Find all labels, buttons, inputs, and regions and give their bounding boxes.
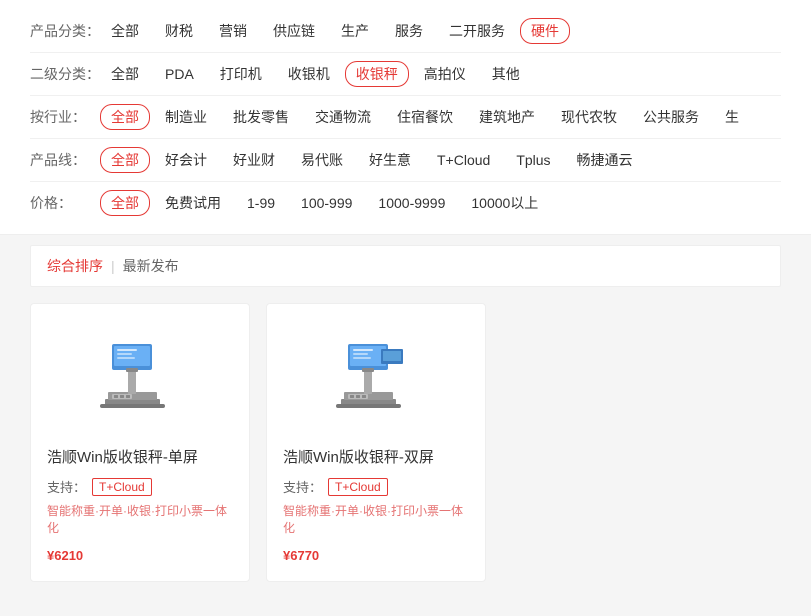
productline-row: 产品线： 全部 好会计 好业财 易代账 好生意 T+Cloud Tplus 畅捷…	[30, 139, 781, 182]
products-grid: 浩顺Win版收银秤-单屏 支持： T+Cloud 智能称重·开单·收银·打印小票…	[0, 287, 811, 598]
subcategory-pda[interactable]: PDA	[154, 63, 205, 85]
industry-gonggong[interactable]: 公共服务	[632, 104, 710, 130]
product-title-2: 浩顺Win版收银秤-双屏	[283, 446, 469, 467]
subcategory-dayin[interactable]: 打印机	[209, 61, 273, 87]
sort-zhenghe[interactable]: 综合排序	[47, 256, 103, 276]
sort-zuixin[interactable]: 最新发布	[123, 256, 179, 276]
support-label-1: 支持：	[47, 477, 86, 496]
category-caishui[interactable]: 财税	[154, 18, 204, 44]
product-image-1	[47, 324, 233, 434]
pos-machine-icon-2	[326, 334, 426, 424]
pos-machine-icon-1	[90, 334, 190, 424]
price-free[interactable]: 免费试用	[154, 190, 232, 216]
product-support-2: 支持： T+Cloud	[283, 477, 469, 496]
price-all[interactable]: 全部	[100, 190, 150, 216]
industry-sheng[interactable]: 生	[714, 104, 750, 130]
category-row: 产品分类： 全部 财税 营销 供应链 生产 服务 二开服务 硬件	[30, 10, 781, 53]
category-all[interactable]: 全部	[100, 18, 150, 44]
price-100-999[interactable]: 100-999	[290, 192, 363, 214]
industry-items: 全部 制造业 批发零售 交通物流 住宿餐饮 建筑地产 现代农牧 公共服务 生	[100, 104, 750, 130]
category-shengchan[interactable]: 生产	[330, 18, 380, 44]
productline-haoshengyi[interactable]: 好生意	[358, 147, 422, 173]
price-row: 价格： 全部 免费试用 1-99 100-999 1000-9999 10000…	[30, 182, 781, 224]
price-items: 全部 免费试用 1-99 100-999 1000-9999 10000以上	[100, 190, 549, 216]
support-tag-2: T+Cloud	[328, 478, 388, 496]
productline-yidaizhang[interactable]: 易代账	[290, 147, 354, 173]
subcategory-qita[interactable]: 其他	[481, 61, 531, 87]
category-fuwu[interactable]: 服务	[384, 18, 434, 44]
price-value-1: 6210	[54, 548, 83, 563]
productline-tcloud[interactable]: T+Cloud	[426, 149, 501, 171]
industry-zhusu[interactable]: 住宿餐饮	[386, 104, 464, 130]
price-value-2: 6770	[290, 548, 319, 563]
product-card-1[interactable]: 浩顺Win版收银秤-单屏 支持： T+Cloud 智能称重·开单·收银·打印小票…	[30, 303, 250, 582]
product-desc-2: 智能称重·开单·收银·打印小票一体化	[283, 502, 469, 536]
category-yingjian[interactable]: 硬件	[520, 18, 570, 44]
support-tag-1: T+Cloud	[92, 478, 152, 496]
subcategory-shouyincheng[interactable]: 收银秤	[345, 61, 409, 87]
support-label-2: 支持：	[283, 477, 322, 496]
product-price-1: ¥6210	[47, 544, 233, 565]
subcategory-items: 全部 PDA 打印机 收银机 收银秤 高拍仪 其他	[100, 61, 531, 87]
subcategory-shouyinji[interactable]: 收银机	[277, 61, 341, 87]
product-desc-1: 智能称重·开单·收银·打印小票一体化	[47, 502, 233, 536]
industry-pifa[interactable]: 批发零售	[222, 104, 300, 130]
productline-label: 产品线：	[30, 150, 100, 170]
product-image-2	[283, 324, 469, 434]
category-erkaifuwu[interactable]: 二开服务	[438, 18, 516, 44]
productline-all[interactable]: 全部	[100, 147, 150, 173]
industry-jianzhu[interactable]: 建筑地产	[468, 104, 546, 130]
productline-changjie[interactable]: 畅捷通云	[566, 147, 644, 173]
productline-items: 全部 好会计 好业财 易代账 好生意 T+Cloud Tplus 畅捷通云	[100, 147, 644, 173]
industry-zhizaoye[interactable]: 制造业	[154, 104, 218, 130]
price-1000-9999[interactable]: 1000-9999	[367, 192, 456, 214]
product-title-1: 浩顺Win版收银秤-单屏	[47, 446, 233, 467]
productline-tplus[interactable]: Tplus	[505, 149, 561, 171]
product-support-1: 支持： T+Cloud	[47, 477, 233, 496]
industry-jiaotong[interactable]: 交通物流	[304, 104, 382, 130]
sort-divider: |	[111, 258, 115, 274]
industry-label: 按行业：	[30, 107, 100, 127]
price-1-99[interactable]: 1-99	[236, 192, 286, 214]
subcategory-label: 二级分类：	[30, 64, 100, 84]
industry-all[interactable]: 全部	[100, 104, 150, 130]
subcategory-row: 二级分类： 全部 PDA 打印机 收银机 收银秤 高拍仪 其他	[30, 53, 781, 96]
subcategory-gaopayi[interactable]: 高拍仪	[413, 61, 477, 87]
filter-section: 产品分类： 全部 财税 营销 供应链 生产 服务 二开服务 硬件 二级分类： 全…	[0, 0, 811, 235]
productline-haokuaiji[interactable]: 好会计	[154, 147, 218, 173]
category-gongyinglian[interactable]: 供应链	[262, 18, 326, 44]
sort-bar: 综合排序 | 最新发布	[30, 245, 781, 287]
industry-row: 按行业： 全部 制造业 批发零售 交通物流 住宿餐饮 建筑地产 现代农牧 公共服…	[30, 96, 781, 139]
category-items: 全部 财税 营销 供应链 生产 服务 二开服务 硬件	[100, 18, 570, 44]
industry-xiandai[interactable]: 现代农牧	[550, 104, 628, 130]
price-10000plus[interactable]: 10000以上	[460, 190, 549, 216]
product-price-2: ¥6770	[283, 544, 469, 565]
category-label: 产品分类：	[30, 21, 100, 41]
category-yingxiao[interactable]: 营销	[208, 18, 258, 44]
subcategory-all[interactable]: 全部	[100, 61, 150, 87]
product-card-2[interactable]: 浩顺Win版收银秤-双屏 支持： T+Cloud 智能称重·开单·收银·打印小票…	[266, 303, 486, 582]
productline-haoyecai[interactable]: 好业财	[222, 147, 286, 173]
price-label: 价格：	[30, 193, 100, 213]
